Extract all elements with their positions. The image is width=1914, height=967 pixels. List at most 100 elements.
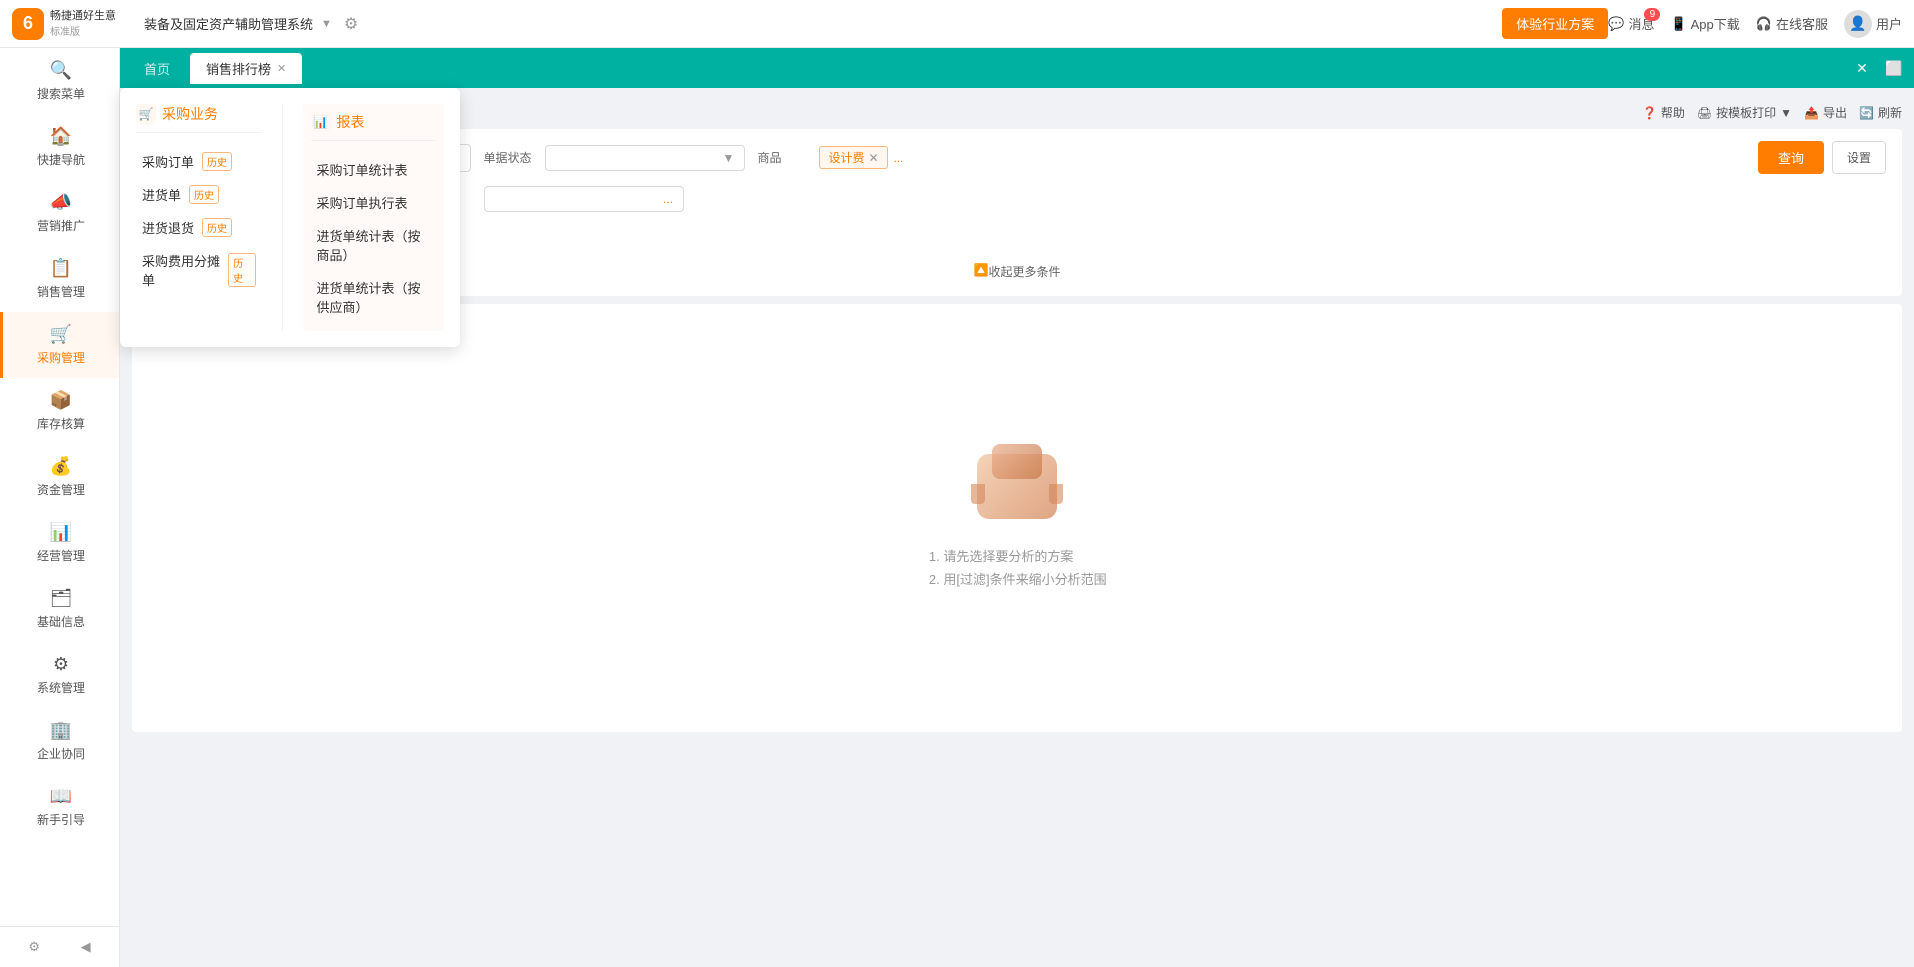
tab-sales-rank[interactable]: 销售排行榜 ✕: [190, 53, 302, 84]
sidebar-collapse-icon[interactable]: ◀: [81, 939, 91, 955]
goods-receipt-label: 进货单: [142, 185, 181, 204]
doc-status-label: 单据状态: [483, 149, 533, 166]
goods-return-label: 进货退货: [142, 218, 194, 237]
export-btn[interactable]: 📤 导出: [1804, 104, 1847, 121]
sidebar-label-guide: 新手引导: [37, 811, 85, 828]
sidebar-item-inventory[interactable]: 📦 库存核算: [0, 378, 119, 444]
user-btn[interactable]: 👤 用户: [1844, 10, 1902, 38]
sales-icon: 📋: [50, 258, 72, 279]
empty-illustration: [957, 444, 1077, 534]
message-badge: 9: [1644, 8, 1660, 21]
sidebar-label-inventory: 库存核算: [37, 415, 85, 432]
app-download-btn[interactable]: 📱 App下载: [1670, 14, 1739, 33]
purchase-business-col: 🛒 采购业务 采购订单 历史 进货单 历史 进货退货 历史 采购费用分摊单 历史: [136, 104, 262, 331]
print-btn[interactable]: 🖨 按模板打印 ▼: [1697, 104, 1792, 121]
home-icon: 🏠: [50, 126, 72, 147]
sidebar-item-quick-nav[interactable]: 🏠 快捷导航: [0, 114, 119, 180]
online-service-btn[interactable]: 🎧 在线客服: [1756, 14, 1828, 33]
logo-sub: 标准版: [50, 23, 116, 38]
sidebar-item-operations[interactable]: 📊 经营管理: [0, 510, 119, 576]
tab-close-all-icon[interactable]: ✕: [1850, 56, 1874, 80]
industry-btn[interactable]: 体验行业方案: [1502, 8, 1608, 39]
avatar: 👤: [1844, 10, 1872, 38]
dropdown-arrow-icon[interactable]: ▼: [321, 18, 332, 30]
message-icon: 💬: [1608, 16, 1624, 32]
goods-tag-text: 设计费: [828, 149, 864, 166]
purchase-order-item[interactable]: 采购订单 历史: [136, 145, 262, 178]
purchase-order-stats-item[interactable]: 采购订单统计表: [311, 153, 437, 186]
empty-line1: 请先选择要分析的方案: [943, 546, 1106, 565]
sidebar-item-sales[interactable]: 📋 销售管理: [0, 246, 119, 312]
empty-state-panel: 请先选择要分析的方案 用[过滤]条件来缩小分析范围: [132, 304, 1902, 732]
sidebar-item-enterprise[interactable]: 🏢 企业协同: [0, 708, 119, 774]
system-title-text: 装备及固定资产辅助管理系统: [144, 14, 313, 33]
top-right: 💬 消息 9 📱 App下载 🎧 在线客服 👤 用户: [1608, 10, 1902, 38]
operations-icon: 📊: [50, 522, 72, 543]
refresh-icon: 🔄: [1859, 106, 1874, 120]
robot-head: [992, 444, 1042, 479]
goods-tag-close-icon[interactable]: ✕: [868, 151, 878, 165]
sidebar-label-system: 系统管理: [37, 679, 85, 696]
logo-area: 6 畅捷通好生意 标准版: [12, 8, 132, 40]
print-label: 按模板打印: [1716, 104, 1776, 121]
print-arrow-icon: ▼: [1780, 106, 1792, 120]
reports-col-title: 📊 报表: [311, 112, 437, 141]
sidebar-settings-icon[interactable]: ⚙: [28, 939, 40, 955]
collapse-label: 收起更多条件: [988, 263, 1060, 280]
query-button[interactable]: 查询: [1758, 141, 1824, 174]
goods-receipt-item[interactable]: 进货单 历史: [136, 178, 262, 211]
sidebar-item-system[interactable]: ⚙ 系统管理: [0, 642, 119, 708]
sidebar-item-base-info[interactable]: 🗂 基础信息: [0, 576, 119, 642]
goods-label: 商品: [757, 149, 807, 166]
sidebar-item-purchase[interactable]: 🛒 采购管理: [0, 312, 119, 378]
tab-home-label: 首页: [144, 59, 170, 78]
purchase-expense-item[interactable]: 采购费用分摊单 历史: [136, 244, 262, 296]
empty-text: 请先选择要分析的方案 用[过滤]条件来缩小分析范围: [927, 546, 1106, 592]
robot-arm-left: [971, 484, 985, 504]
purchase-col-icon: 🛒: [136, 104, 156, 124]
purchase-col-title-text: 采购业务: [162, 104, 218, 124]
sidebar-bottom: ⚙ ◀: [0, 926, 119, 967]
salesperson-select[interactable]: ...: [484, 186, 684, 212]
sidebar-label-marketing: 营销推广: [37, 217, 85, 234]
salesperson-more-btn[interactable]: ...: [663, 192, 673, 206]
tab-home[interactable]: 首页: [128, 53, 186, 84]
goods-tag-design[interactable]: 设计费 ✕: [819, 146, 887, 169]
help-icon: ❓: [1642, 106, 1657, 120]
tab-maximize-icon[interactable]: ⬜: [1882, 56, 1906, 80]
menu-divider: [282, 104, 283, 331]
purchase-order-exec-item[interactable]: 采购订单执行表: [311, 186, 437, 219]
settings-button[interactable]: 设置: [1832, 141, 1886, 174]
sidebar-item-guide[interactable]: 📖 新手引导: [0, 774, 119, 840]
goods-receipt-stats-supplier-item[interactable]: 进货单统计表（按供应商）: [311, 271, 437, 323]
goods-return-item[interactable]: 进货退货 历史: [136, 211, 262, 244]
purchase-expense-label: 采购费用分摊单: [142, 251, 220, 289]
sidebar-item-search[interactable]: 🔍 搜索菜单: [0, 48, 119, 114]
headset-icon: 🎧: [1756, 16, 1772, 32]
goods-receipt-stats-supplier-label: 进货单统计表（按供应商）: [317, 278, 431, 316]
reports-col-title-text: 报表: [337, 112, 365, 132]
purchase-expense-history-tag: 历史: [228, 253, 255, 287]
reports-col-icon: 📊: [311, 112, 331, 132]
purchase-order-history-tag: 历史: [202, 152, 232, 171]
sidebar-label-sales: 销售管理: [37, 283, 85, 300]
message-btn[interactable]: 💬 消息 9: [1608, 14, 1654, 33]
base-info-icon: 🗂: [50, 588, 73, 609]
search-icon: 🔍: [50, 60, 72, 81]
refresh-btn[interactable]: 🔄 刷新: [1859, 104, 1902, 121]
goods-more-btn[interactable]: ...: [894, 151, 904, 165]
goods-return-history-tag: 历史: [202, 218, 232, 237]
help-label: 帮助: [1661, 104, 1685, 121]
sidebar-item-finance[interactable]: 💰 资金管理: [0, 444, 119, 510]
robot-arm-right: [1049, 484, 1063, 504]
goods-receipt-stats-goods-item[interactable]: 进货单统计表（按商品）: [311, 219, 437, 271]
help-btn[interactable]: ❓ 帮助: [1642, 104, 1685, 121]
tab-close-icon[interactable]: ✕: [277, 62, 286, 75]
sidebar-item-marketing[interactable]: 📣 营销推广: [0, 180, 119, 246]
sidebar-label-enterprise: 企业协同: [37, 745, 85, 762]
sidebar-label-base-info: 基础信息: [37, 613, 85, 630]
settings-icon[interactable]: ⚙: [344, 14, 358, 34]
doc-status-select[interactable]: ▼: [545, 145, 745, 171]
sidebar: 🔍 搜索菜单 🏠 快捷导航 📣 营销推广 📋 销售管理 🛒 采购管理 📦 库存核…: [0, 48, 120, 967]
phone-icon: 📱: [1670, 16, 1686, 32]
